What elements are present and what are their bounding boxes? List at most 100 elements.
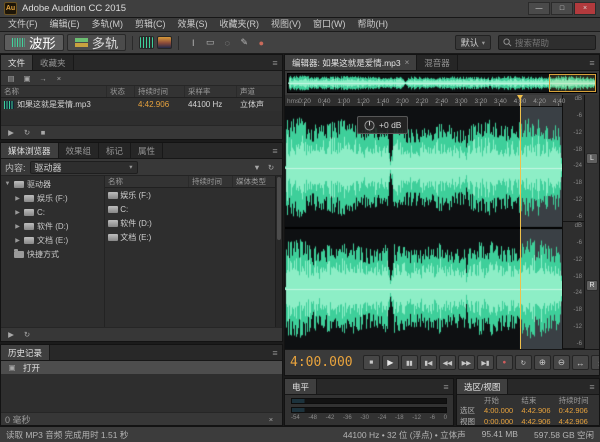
panel-tab[interactable]: 电平 <box>285 379 318 394</box>
tree-item-drive[interactable]: ▶ 文档 (E:) <box>1 233 104 247</box>
column-header[interactable]: 持续时间 <box>189 176 233 187</box>
menu-item[interactable]: 帮助(H) <box>352 18 395 31</box>
tree-collapsed-icon[interactable]: ▶ <box>14 223 21 230</box>
filter-icon[interactable]: ▼ <box>250 161 264 173</box>
search-input[interactable] <box>515 37 591 48</box>
show-waveform-display-icon[interactable] <box>139 36 155 49</box>
skip-to-start-button[interactable]: ▮◀ <box>419 355 437 370</box>
column-header[interactable]: 名称 <box>105 176 189 187</box>
end-value[interactable]: 4:42.906 <box>521 406 558 415</box>
media-list-item[interactable]: C: <box>105 202 275 216</box>
panel-tab[interactable]: 属性 <box>131 143 164 158</box>
help-search-box[interactable] <box>498 35 596 50</box>
tree-collapsed-icon[interactable]: ▶ <box>14 237 21 244</box>
zoom-horizontal-button[interactable]: ↔ <box>571 355 589 370</box>
menu-item[interactable]: 效果(S) <box>172 18 214 31</box>
file-row[interactable]: 如果这就是爱情.mp3 4:42.906 44100 Hz 立体声 <box>1 98 282 111</box>
panel-tab[interactable]: 媒体浏览器 <box>1 143 59 158</box>
tree-item-drive[interactable]: ▶ C: <box>1 205 104 219</box>
zoom-in-button[interactable]: ⊕ <box>533 355 551 370</box>
end-value[interactable]: 4:42.906 <box>521 417 558 425</box>
media-list-item[interactable]: 软件 (D:) <box>105 216 275 230</box>
panel-tab[interactable]: 收藏夹 <box>33 55 74 70</box>
pause-button[interactable]: ▮▮ <box>400 355 418 370</box>
duration-value[interactable]: 4:42.906 <box>559 417 596 425</box>
panel-tab[interactable]: 历史记录 <box>1 345 51 360</box>
media-list-scrollbar[interactable] <box>275 176 282 327</box>
menu-item[interactable]: 文件(F) <box>2 18 44 31</box>
time-display[interactable]: 4:00.000 <box>290 355 353 370</box>
tree-item-drive[interactable]: ▶ 娱乐 (F:) <box>1 191 104 205</box>
panel-menu-icon[interactable]: ≡ <box>268 143 282 158</box>
paintbrush-selection-tool[interactable]: ✎ <box>236 35 252 51</box>
content-source-dropdown[interactable]: 驱动器 ▾ <box>29 160 138 174</box>
import-file-icon[interactable]: ▤ <box>4 72 18 84</box>
start-value[interactable]: 4:00.000 <box>484 406 521 415</box>
record-button[interactable]: ● <box>495 355 513 370</box>
level-meter-left[interactable] <box>291 398 447 405</box>
time-selection-tool[interactable]: I <box>185 35 201 51</box>
tree-collapsed-icon[interactable]: ▶ <box>14 209 21 216</box>
column-header[interactable]: 名称 <box>1 86 107 97</box>
marquee-selection-tool[interactable]: ▭ <box>202 35 218 51</box>
menu-item[interactable]: 视图(V) <box>265 18 307 31</box>
duration-value[interactable]: 0:42.906 <box>559 406 596 415</box>
panel-tab[interactable]: 效果组 <box>58 143 100 158</box>
open-file-icon[interactable]: ▣ <box>20 72 34 84</box>
left-channel-button[interactable]: L <box>586 153 598 164</box>
playhead[interactable] <box>517 95 523 349</box>
loop-icon[interactable]: ↻ <box>20 329 34 341</box>
gain-knob-icon[interactable] <box>364 119 375 131</box>
lasso-selection-tool[interactable]: ◌ <box>219 35 235 51</box>
panel-tab[interactable]: 选区/视图 <box>457 379 509 394</box>
editor-tab[interactable]: 编辑器: 如果这就是爱情.mp3 × <box>285 55 418 70</box>
menu-item[interactable]: 剪辑(C) <box>129 18 172 31</box>
tree-item-drives[interactable]: ▼ 驱动器 <box>1 177 104 191</box>
workspace-dropdown[interactable]: 默认 ▾ <box>454 35 491 50</box>
play-button[interactable]: ▶ <box>381 355 399 370</box>
tree-expanded-icon[interactable]: ▼ <box>4 181 11 187</box>
column-header[interactable]: 采样率 <box>185 86 237 97</box>
panel-menu-icon[interactable]: ≡ <box>268 345 282 360</box>
panel-menu-icon[interactable]: ≡ <box>585 55 599 70</box>
amplitude-ruler[interactable]: dB -6 -12 -18 -24 -18 -12 -6 dB -6 -12 -18 -24 -18 -1… <box>562 95 584 349</box>
start-value[interactable]: 0:00.000 <box>484 417 521 425</box>
media-list-item[interactable]: 文档 (E:) <box>105 230 275 244</box>
fast-forward-button[interactable]: ▶▶ <box>457 355 475 370</box>
menu-item[interactable]: 多轨(M) <box>86 18 130 31</box>
panel-menu-icon[interactable]: ≡ <box>585 379 599 394</box>
waveform-view-button[interactable]: 波形 <box>4 34 64 51</box>
skip-to-end-button[interactable]: ▶▮ <box>476 355 494 370</box>
column-header[interactable]: 媒体类型 <box>233 176 275 187</box>
auto-play-toggle-icon[interactable]: ▶ <box>4 127 18 139</box>
tree-item-shortcuts[interactable]: 快捷方式 <box>1 247 104 261</box>
spot-healing-brush-tool[interactable]: ● <box>253 35 269 51</box>
waveform-overview[interactable] <box>287 73 597 93</box>
refresh-icon[interactable]: ↻ <box>264 161 278 173</box>
gain-value[interactable]: +0 dB <box>379 120 401 130</box>
multitrack-view-button[interactable]: 多轨 <box>66 34 127 51</box>
level-meters[interactable]: -54 -48 -42 -36 -30 -24 -18 -12 -6 0 <box>285 395 453 425</box>
zoom-vertical-button[interactable]: ↕ <box>590 355 599 370</box>
minimize-button[interactable]: — <box>528 2 550 15</box>
close-button[interactable]: × <box>574 2 596 15</box>
column-header[interactable]: 状态 <box>107 86 135 97</box>
zoom-out-button[interactable]: ⊖ <box>552 355 570 370</box>
stop-playback-icon[interactable]: ■ <box>36 127 50 139</box>
media-list-item[interactable]: 娱乐 (F:) <box>105 188 275 202</box>
close-icon[interactable]: × <box>405 58 410 67</box>
play-icon[interactable]: ▶ <box>4 329 18 341</box>
panel-menu-icon[interactable]: ≡ <box>439 379 453 394</box>
stop-button[interactable]: ■ <box>362 355 380 370</box>
column-header[interactable]: 持续时间 <box>135 86 185 97</box>
panel-menu-icon[interactable]: ≡ <box>268 55 282 70</box>
delete-history-icon[interactable]: × <box>264 413 278 425</box>
menu-item[interactable]: 编辑(E) <box>44 18 86 31</box>
menu-item[interactable]: 窗口(W) <box>307 18 352 31</box>
loop-playback-icon[interactable]: ↻ <box>20 127 34 139</box>
mixer-tab[interactable]: 混音器 <box>417 55 458 70</box>
column-header[interactable]: 声道 <box>237 86 282 97</box>
loop-button[interactable]: ↻ <box>514 355 532 370</box>
show-spectral-display-icon[interactable] <box>157 36 173 49</box>
right-channel-button[interactable]: R <box>586 280 598 291</box>
